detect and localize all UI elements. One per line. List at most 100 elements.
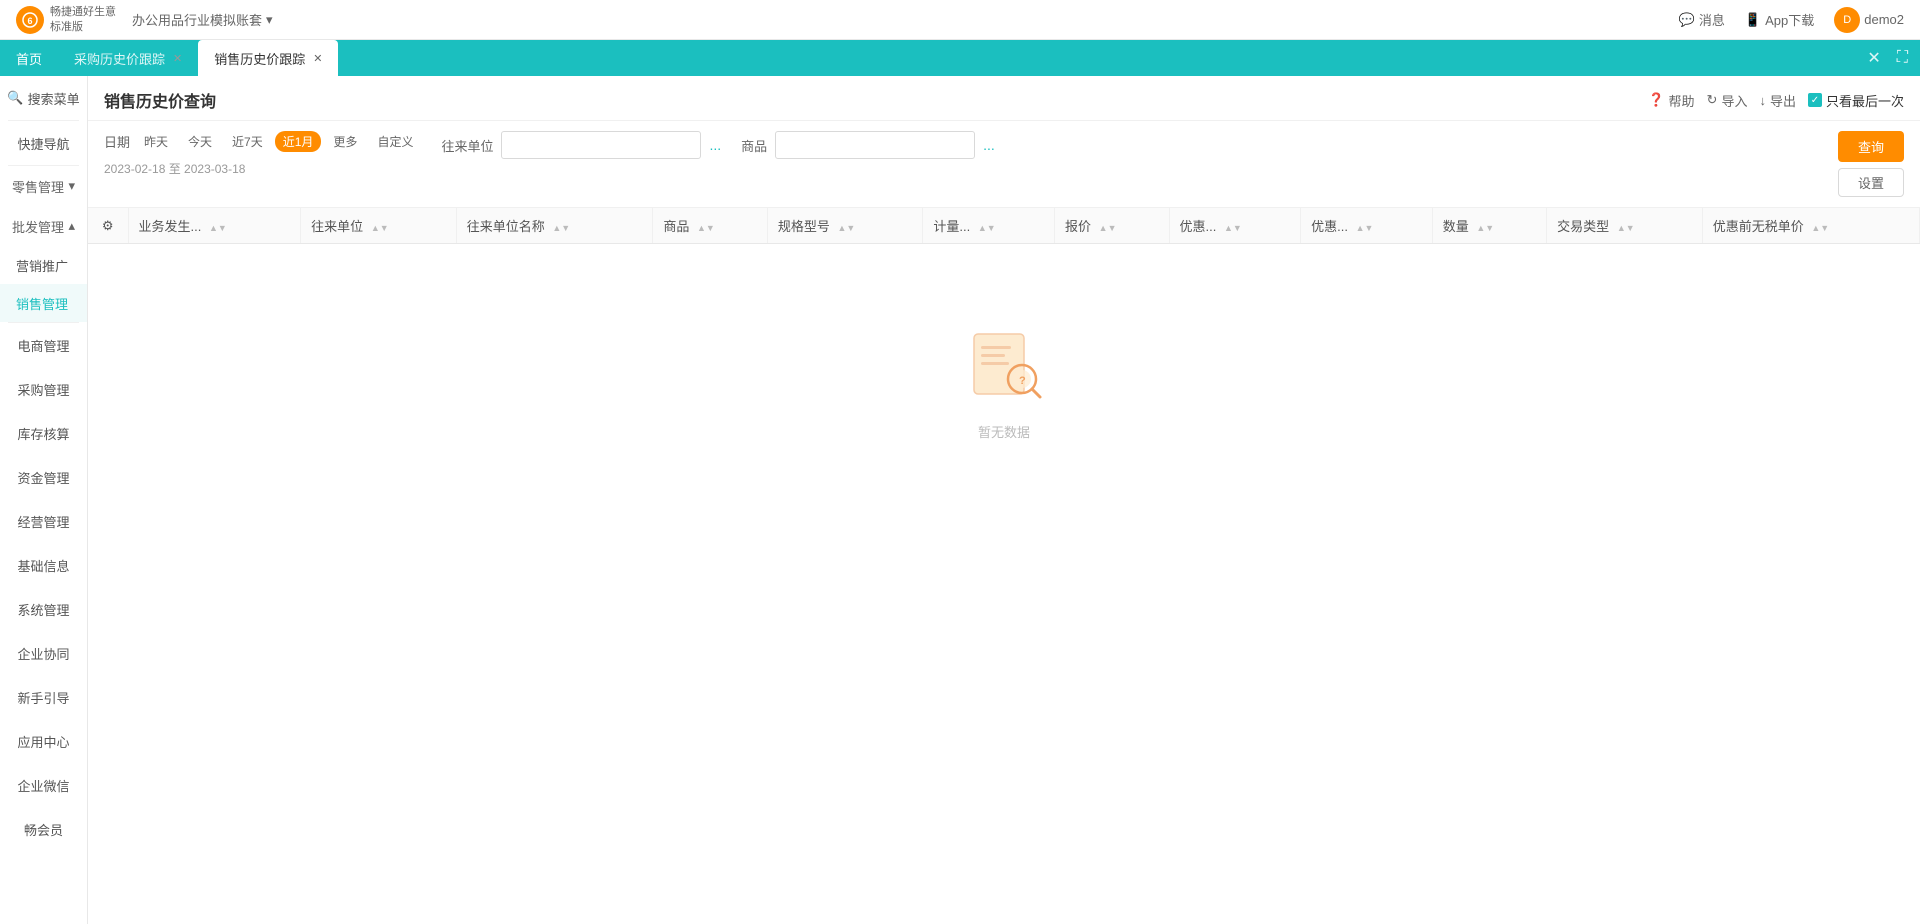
query-button[interactable]: 查询: [1838, 131, 1904, 162]
date-range-text: 2023-02-18 至 2023-03-18: [104, 160, 421, 177]
sidebar-item-inventory[interactable]: 库存核算: [0, 411, 87, 455]
content-area: 销售历史价查询 ❓ 帮助 ↻ 导入 ↓ 导出 ✓: [88, 76, 1920, 924]
table-container: ⚙ 业务发生... ▲▼ 往来单位 ▲▼ 往来单位名称: [88, 208, 1920, 924]
sidebar-item-guide[interactable]: 新手引导: [0, 675, 87, 719]
data-table: ⚙ 业务发生... ▲▼ 往来单位 ▲▼ 往来单位名称: [88, 208, 1920, 244]
date-btn-more[interactable]: 更多: [325, 131, 365, 152]
sidebar-item-wholesale[interactable]: 批发管理 ▴: [0, 206, 87, 246]
date-btn-custom[interactable]: 自定义: [369, 131, 421, 152]
export-button[interactable]: ↓ 导出: [1759, 91, 1796, 110]
col-discount1: 优惠... ▲▼: [1169, 208, 1301, 244]
company-name: 办公用品行业模拟账套: [132, 10, 262, 29]
date-btn-today[interactable]: 今天: [180, 131, 220, 152]
only-last-checkbox[interactable]: ✓: [1808, 93, 1822, 107]
product-input[interactable]: [775, 131, 975, 159]
col-partner-name: 往来单位名称 ▲▼: [456, 208, 653, 244]
sort-pretax-price[interactable]: ▲▼: [1811, 223, 1829, 233]
sort-quote[interactable]: ▲▼: [1099, 223, 1117, 233]
page-content: 销售历史价查询 ❓ 帮助 ↻ 导入 ↓ 导出 ✓: [88, 76, 1920, 924]
chevron-up-icon: ▴: [68, 218, 75, 234]
sidebar-item-search[interactable]: 🔍 搜索菜单: [0, 76, 87, 120]
sort-partner-name[interactable]: ▲▼: [552, 223, 570, 233]
sort-discount1[interactable]: ▲▼: [1224, 223, 1242, 233]
sort-product[interactable]: ▲▼: [697, 223, 715, 233]
sidebar-item-app-center[interactable]: 应用中心: [0, 719, 87, 763]
top-header: 6 畅捷通好生意 标准版 办公用品行业模拟账套 ▾ 💬 消息 📱 App下载 D…: [0, 0, 1920, 40]
date-btn-1month[interactable]: 近1月: [275, 131, 322, 152]
help-button[interactable]: ❓ 帮助: [1648, 91, 1694, 110]
help-icon: ❓: [1648, 92, 1664, 108]
date-filter-label: 日期: [104, 132, 130, 151]
tab-purchase-history[interactable]: 采购历史价跟踪 ✕: [58, 40, 198, 76]
sidebar-item-operations[interactable]: 经营管理: [0, 499, 87, 543]
col-unit: 计量... ▲▼: [923, 208, 1055, 244]
tab-home[interactable]: 首页: [0, 40, 58, 76]
sort-qty[interactable]: ▲▼: [1476, 223, 1494, 233]
product-filter-label: 商品: [741, 136, 767, 155]
settings-button[interactable]: 设置: [1838, 168, 1904, 197]
date-btn-yesterday[interactable]: 昨天: [136, 131, 176, 152]
avatar: D: [1834, 7, 1860, 33]
import-icon: ↻: [1707, 92, 1718, 108]
tab-bar: 首页 采购历史价跟踪 ✕ 销售历史价跟踪 ✕ ✕ ⛶: [0, 40, 1920, 76]
tab-sales-history-close[interactable]: ✕: [313, 52, 322, 65]
chevron-down-icon: ▾: [266, 12, 273, 28]
company-dropdown[interactable]: 办公用品行业模拟账套 ▾: [124, 10, 281, 29]
sort-partner-code[interactable]: ▲▼: [371, 223, 389, 233]
settings-icon[interactable]: ⚙: [102, 218, 114, 233]
only-last-checkbox-label[interactable]: ✓ 只看最后一次: [1808, 91, 1904, 110]
sidebar-item-purchase[interactable]: 采购管理: [0, 367, 87, 411]
sidebar-item-sales-mgmt[interactable]: 销售管理: [0, 284, 87, 322]
sidebar: 🔍 搜索菜单 快捷导航 零售管理 ▾ 批发管理 ▴ 营销推广 销售管理 电商管理…: [0, 76, 88, 924]
svg-text:?: ?: [1019, 375, 1026, 387]
col-spec: 规格型号 ▲▼: [767, 208, 923, 244]
export-icon: ↓: [1759, 93, 1766, 108]
chevron-down-icon: ▾: [68, 178, 75, 194]
partner-lookup-button[interactable]: ...: [709, 137, 721, 153]
sidebar-item-member[interactable]: 畅会员: [0, 807, 87, 851]
sidebar-item-system[interactable]: 系统管理: [0, 587, 87, 631]
page-header-actions: ❓ 帮助 ↻ 导入 ↓ 导出 ✓ 只看最后一次: [1648, 91, 1904, 110]
message-icon: 💬: [1679, 12, 1695, 28]
sidebar-item-ecommerce[interactable]: 电商管理: [0, 323, 87, 367]
sidebar-item-finance[interactable]: 资金管理: [0, 455, 87, 499]
tab-purchase-history-close[interactable]: ✕: [173, 52, 182, 65]
sidebar-item-enterprise[interactable]: 企业协同: [0, 631, 87, 675]
sort-unit[interactable]: ▲▼: [978, 223, 996, 233]
header-right: 💬 消息 📱 App下载 D demo2: [1679, 7, 1904, 33]
partner-filter-label: 往来单位: [441, 136, 493, 155]
partner-input[interactable]: [501, 131, 701, 159]
filter-bar: 日期 昨天 今天 近7天 近1月 更多 自定义 2023-02-18 至 202…: [88, 121, 1920, 208]
download-icon: 📱: [1745, 12, 1761, 28]
svg-text:6: 6: [27, 16, 32, 26]
date-btn-7days[interactable]: 近7天: [224, 131, 271, 152]
col-discount2: 优惠... ▲▼: [1301, 208, 1433, 244]
logo-text: 畅捷通好生意 标准版: [50, 5, 116, 34]
sidebar-item-marketing[interactable]: 营销推广: [0, 246, 87, 284]
sort-biz-date[interactable]: ▲▼: [209, 223, 227, 233]
user-profile[interactable]: D demo2: [1834, 7, 1904, 33]
sidebar-item-wechat[interactable]: 企业微信: [0, 763, 87, 807]
sidebar-item-basic-info[interactable]: 基础信息: [0, 543, 87, 587]
sidebar-item-retail[interactable]: 零售管理 ▾: [0, 166, 87, 206]
sort-spec[interactable]: ▲▼: [838, 223, 856, 233]
col-pretax-price: 优惠前无税单价 ▲▼: [1702, 208, 1919, 244]
sort-trade-type[interactable]: ▲▼: [1617, 223, 1635, 233]
date-filter-group: 日期 昨天 今天 近7天 近1月 更多 自定义 2023-02-18 至 202…: [104, 131, 421, 177]
col-trade-type: 交易类型 ▲▼: [1547, 208, 1703, 244]
product-lookup-button[interactable]: ...: [983, 137, 995, 153]
product-filter-group: 商品 ...: [741, 131, 995, 159]
import-button[interactable]: ↻ 导入: [1707, 91, 1748, 110]
sidebar-item-quick-nav[interactable]: 快捷导航: [0, 121, 87, 165]
tab-fullscreen-button[interactable]: ⛶: [1893, 45, 1912, 71]
col-settings: ⚙: [88, 208, 128, 244]
tab-close-all-button[interactable]: ✕: [1863, 44, 1884, 72]
search-icon: 🔍: [7, 90, 23, 106]
tab-sales-history[interactable]: 销售历史价跟踪 ✕: [198, 40, 338, 76]
col-qty: 数量 ▲▼: [1432, 208, 1546, 244]
app-download-button[interactable]: 📱 App下载: [1745, 10, 1814, 29]
main-layout: 🔍 搜索菜单 快捷导航 零售管理 ▾ 批发管理 ▴ 营销推广 销售管理 电商管理…: [0, 76, 1920, 924]
message-button[interactable]: 💬 消息: [1679, 10, 1725, 29]
page-header: 销售历史价查询 ❓ 帮助 ↻ 导入 ↓ 导出 ✓: [88, 76, 1920, 121]
sort-discount2[interactable]: ▲▼: [1356, 223, 1374, 233]
